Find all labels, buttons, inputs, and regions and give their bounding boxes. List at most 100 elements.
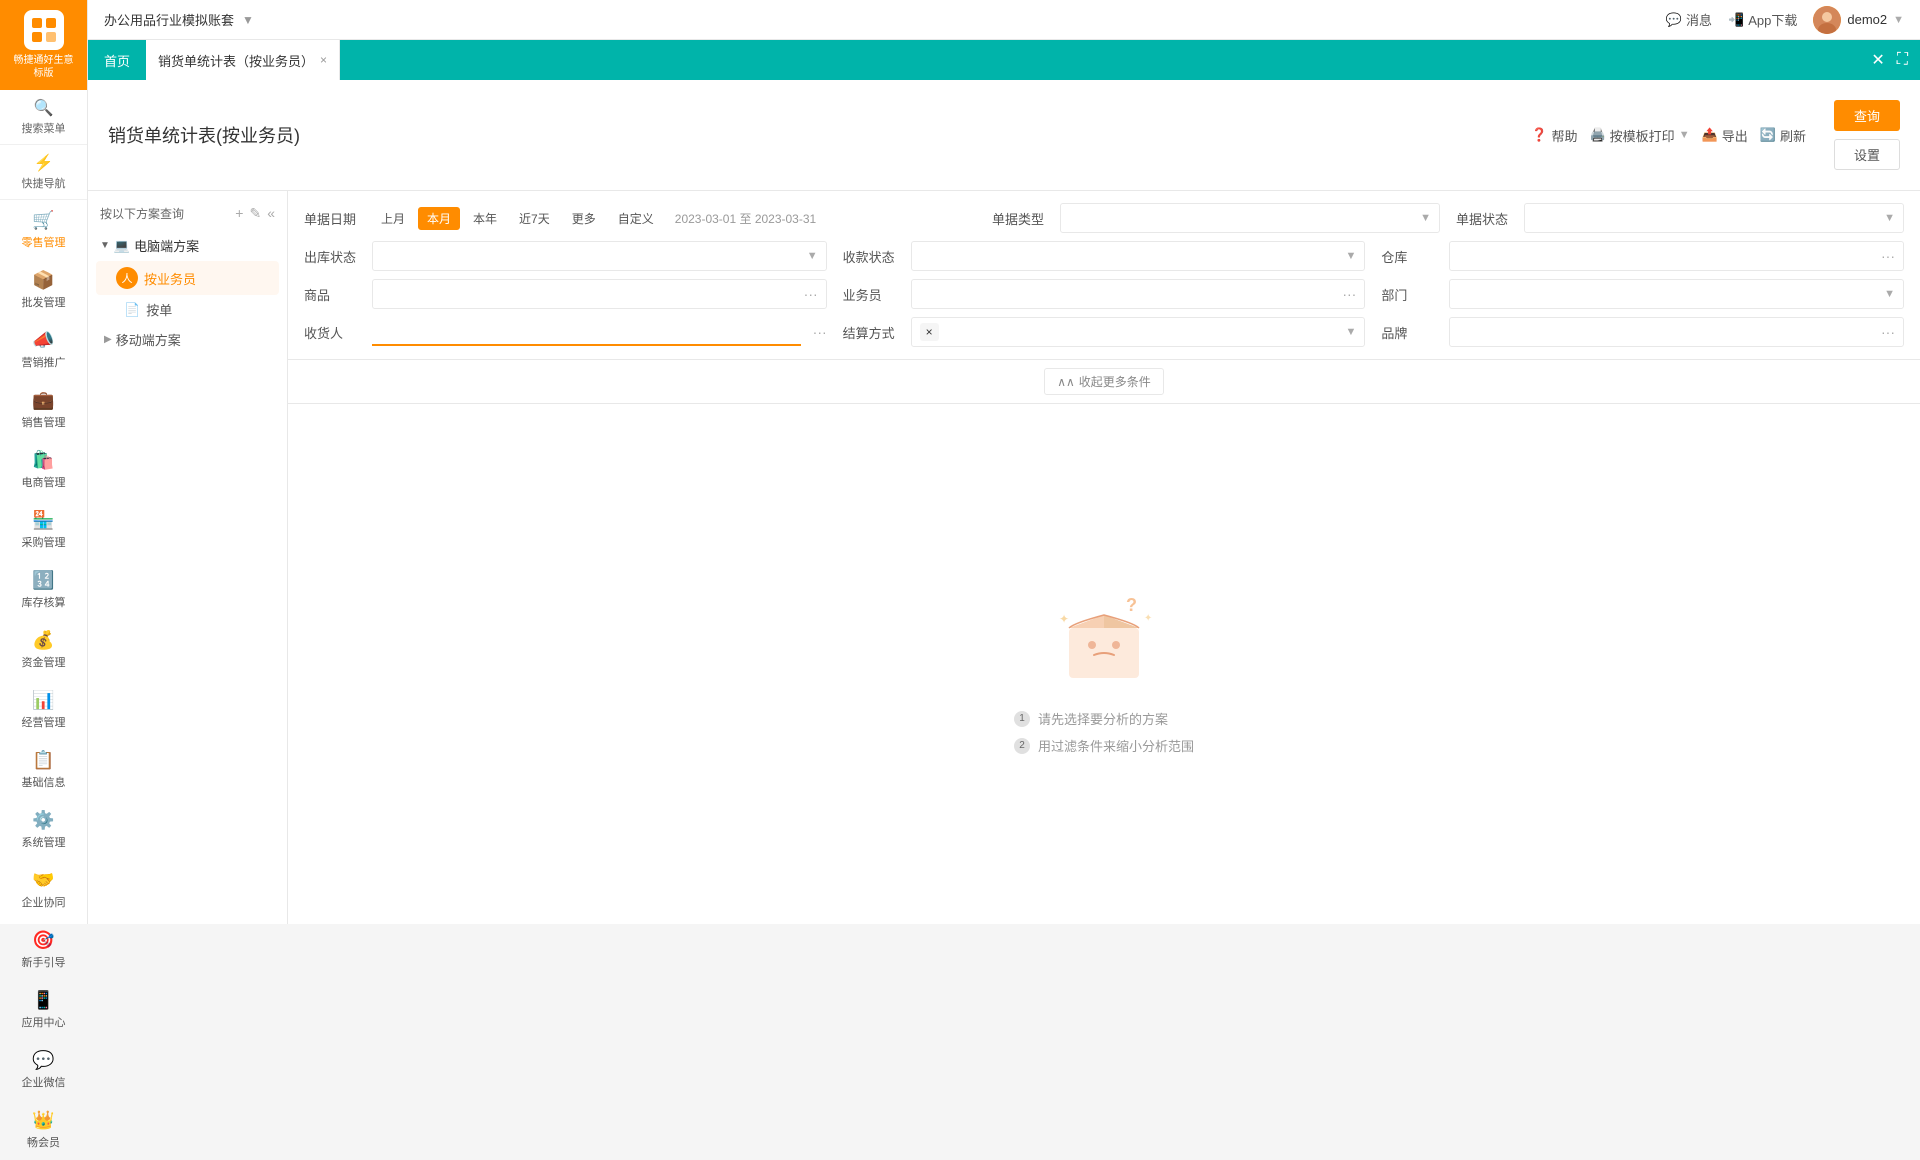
settings-btn[interactable]: 设置 (1834, 139, 1900, 170)
filter-group-department: 部门 ▼ (1381, 279, 1904, 309)
payment-select[interactable]: ▼ (911, 241, 1366, 271)
scheme-mobile-header[interactable]: ▶ 移动端方案 (96, 324, 279, 355)
goods-select[interactable]: ··· (372, 279, 827, 309)
tab-close-btn[interactable]: × (320, 53, 327, 67)
delivery-select[interactable]: ▼ (372, 241, 827, 271)
edit-scheme-icon[interactable]: ✎ (249, 205, 261, 222)
settlement-arrow: ▼ (1345, 326, 1356, 338)
sidebar-item-sales[interactable]: 💼 销售管理 (0, 380, 87, 440)
empty-tip-1: 1 请先选择要分析的方案 (1014, 709, 1194, 728)
user-area[interactable]: demo2 ▼ (1813, 6, 1904, 34)
page-header: 销货单统计表(按业务员) ❓ 帮助 🖨️ 按模板打印 ▼ 📤 导出 🔄 刷 (88, 80, 1920, 191)
sidebar-item-purchase[interactable]: 🏪 采购管理 (0, 500, 87, 560)
date-more-btn[interactable]: 更多 (563, 207, 605, 230)
salesperson-select[interactable]: ··· (911, 279, 1366, 309)
appstore-label: 应用中心 (22, 1014, 66, 1030)
doctype-select[interactable]: ▼ (1060, 203, 1440, 233)
collapse-label: 收起更多条件 (1079, 373, 1151, 390)
print-btn[interactable]: 🖨️ 按模板打印 ▼ (1589, 126, 1689, 145)
sidebar-item-marketing[interactable]: 📣 营销推广 (0, 320, 87, 380)
department-select[interactable]: ▼ (1449, 279, 1904, 309)
help-btn[interactable]: ❓ 帮助 (1531, 126, 1577, 145)
refresh-icon: 🔄 (1760, 127, 1776, 143)
refresh-btn[interactable]: 🔄 刷新 (1760, 126, 1806, 145)
wechat-icon: 💬 (32, 1050, 54, 1071)
settlement-tag-close[interactable]: × (926, 325, 933, 339)
export-btn[interactable]: 📤 导出 (1702, 126, 1748, 145)
query-btn[interactable]: 查询 (1834, 100, 1900, 131)
sidebar-item-wechat[interactable]: 💬 企业微信 (0, 1040, 87, 1100)
salesperson-dots[interactable]: ··· (1342, 286, 1356, 302)
sidebar-item-inventory[interactable]: 🔢 库存核算 (0, 560, 87, 620)
tabbar-actions: ✕ ⛶ (1867, 46, 1920, 74)
scheme-item-salesperson[interactable]: 人 按业务员 (96, 261, 279, 295)
collapse-btn[interactable]: ∧∧ 收起更多条件 (1044, 368, 1164, 395)
operations-icon: 📊 (32, 690, 54, 711)
wholesale-label: 批发管理 (22, 294, 66, 310)
sidebar-item-enterprise[interactable]: 🤝 企业协同 (0, 860, 87, 920)
date-custom-btn[interactable]: 自定义 (609, 207, 663, 230)
brand-select[interactable]: ··· (1449, 317, 1904, 347)
export-icon: 📤 (1702, 127, 1718, 143)
filter-group-receiver: 收货人 ··· (304, 319, 827, 346)
scheme-pc-header[interactable]: ▼ 💻 电脑端方案 (96, 230, 279, 261)
tab-close-all-btn[interactable]: ✕ (1867, 46, 1888, 74)
page-title: 销货单统计表(按业务员) (108, 122, 300, 148)
date-this-year-btn[interactable]: 本年 (464, 207, 506, 230)
sidebar-item-finance[interactable]: 💰 资金管理 (0, 620, 87, 680)
retail-icon: 🛒 (32, 210, 54, 231)
tab-active[interactable]: 销货单统计表（按业务员） × (146, 40, 340, 80)
empty-tips: 1 请先选择要分析的方案 2 用过滤条件来缩小分析范围 (1014, 709, 1194, 755)
date-btns: 上月 本月 本年 近7天 更多 自定义 (372, 207, 663, 230)
tab-home[interactable]: 首页 (88, 40, 146, 80)
tab-expand-btn[interactable]: ⛶ (1893, 47, 1912, 73)
docstatus-label: 单据状态 (1456, 209, 1516, 228)
filter-group-salesperson: 业务员 ··· (843, 279, 1366, 309)
sidebar-item-appstore[interactable]: 📱 应用中心 (0, 980, 87, 1040)
quick-nav-item[interactable]: ⚡ 快捷导航 (0, 145, 87, 200)
date-last-month-btn[interactable]: 上月 (372, 207, 414, 230)
docstatus-select[interactable]: ▼ (1524, 203, 1904, 233)
docstatus-arrow: ▼ (1884, 212, 1895, 224)
refresh-label: 刷新 (1780, 126, 1806, 145)
add-scheme-icon[interactable]: + (235, 205, 243, 222)
brand-dots[interactable]: ··· (1881, 324, 1895, 340)
date-this-month-btn[interactable]: 本月 (418, 207, 460, 230)
date-7days-btn[interactable]: 近7天 (510, 207, 559, 230)
sidebar-item-newuser[interactable]: 🎯 新手引导 (0, 920, 87, 980)
warehouse-dots[interactable]: ··· (1881, 248, 1895, 264)
member-icon: 👑 (32, 1110, 54, 1131)
enterprise-icon: 🤝 (32, 870, 54, 891)
sidebar-item-system[interactable]: ⚙️ 系统管理 (0, 800, 87, 860)
messages-btn[interactable]: 💬 消息 (1666, 10, 1712, 29)
filter-area: 单据日期 上月 本月 本年 近7天 更多 自定义 2023-03-01 至 20… (288, 191, 1920, 360)
topbar-dropdown-icon[interactable]: ▼ (242, 13, 254, 27)
scheme-pc-icon: 💻 (114, 238, 130, 254)
sidebar-item-wholesale[interactable]: 📦 批发管理 (0, 260, 87, 320)
sidebar-item-operations[interactable]: 📊 经营管理 (0, 680, 87, 740)
receiver-dots[interactable]: ··· (813, 324, 827, 340)
tip-2-text: 用过滤条件来缩小分析范围 (1038, 736, 1194, 755)
filter-group-delivery: 出库状态 ▼ (304, 241, 827, 271)
sidebar-item-member[interactable]: 👑 畅会员 (0, 1100, 87, 1160)
sales-icon: 💼 (32, 390, 54, 411)
sidebar-item-retail[interactable]: 🛒 零售管理 (0, 200, 87, 260)
receiver-input[interactable] (372, 319, 801, 346)
collapse-panel-icon[interactable]: « (267, 205, 275, 222)
sidebar-item-basic[interactable]: 📋 基础信息 (0, 740, 87, 800)
finance-label: 资金管理 (22, 654, 66, 670)
search-menu-item[interactable]: 🔍 搜索菜单 (0, 90, 87, 145)
app-download-label: App下载 (1748, 10, 1797, 29)
app-download-btn[interactable]: 📲 App下载 (1728, 10, 1797, 29)
operations-label: 经营管理 (22, 714, 66, 730)
collapse-up-icon: ∧∧ (1057, 375, 1075, 389)
sidebar: 畅捷通好生意 标版 🔍 搜索菜单 ⚡ 快捷导航 🛒 零售管理 📦 批发管理 📣 … (0, 0, 88, 924)
warehouse-select[interactable]: ··· (1449, 241, 1904, 271)
scheme-sub-item-order[interactable]: 📄 按单 (96, 295, 279, 324)
sidebar-item-ecommerce[interactable]: 🛍️ 电商管理 (0, 440, 87, 500)
filter-row-3: 商品 ··· 业务员 ··· 部门 (304, 279, 1904, 309)
settlement-select[interactable]: × ▼ (911, 317, 1366, 347)
filter-group-doctype: 单据类型 ▼ (992, 203, 1440, 233)
left-panel-icons: + ✎ « (235, 205, 275, 222)
goods-dots[interactable]: ··· (804, 286, 818, 302)
